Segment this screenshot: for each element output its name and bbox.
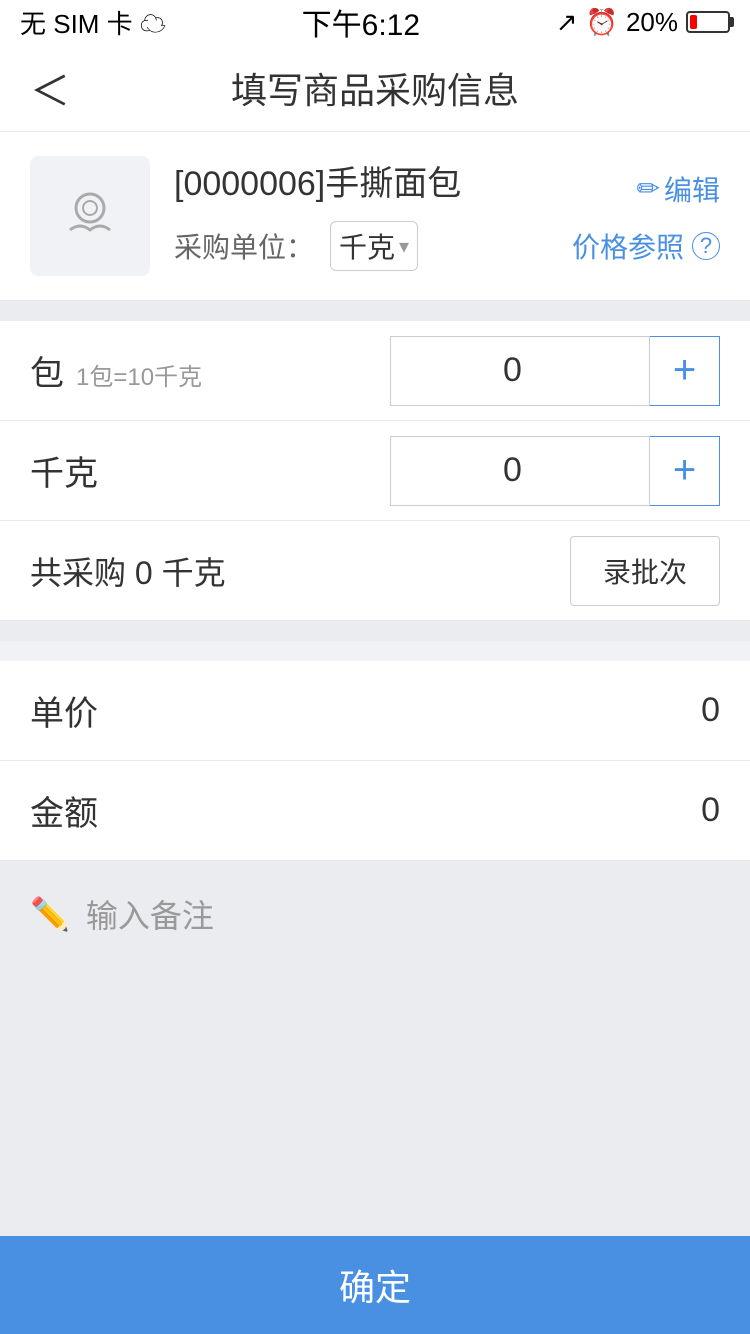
location-icon: ↗: [556, 7, 578, 38]
battery-percent: 20%: [626, 7, 678, 38]
bao-sublabel: 1包=10千克: [76, 357, 202, 392]
kg-plus-button[interactable]: +: [650, 436, 720, 506]
status-right: ↗ ⏰ 20%: [556, 7, 730, 38]
price-section: 单价 0 金额 0: [0, 661, 750, 861]
pencil-icon: ✏️: [30, 895, 70, 933]
page-title: 填写商品采购信息: [231, 62, 519, 114]
bao-quantity-input[interactable]: [390, 336, 650, 406]
record-batch-button[interactable]: 录批次: [570, 536, 720, 606]
unit-price-label: 单价: [30, 686, 98, 735]
back-button[interactable]: ＜: [30, 59, 70, 117]
nav-bar: ＜ 填写商品采购信息: [0, 44, 750, 132]
amount-row: 金额 0: [0, 761, 750, 861]
section-divider-1: [0, 301, 750, 321]
note-placeholder: 输入备注: [86, 891, 214, 937]
kg-label: 千克: [30, 446, 98, 495]
price-ref-button[interactable]: 价格参照 ?: [572, 226, 720, 266]
product-name: [0000006]手撕面包: [174, 156, 461, 205]
product-meta: 采购单位： 千克 ▾ 价格参照 ?: [174, 221, 720, 271]
kg-input-row: 千克 +: [0, 421, 750, 521]
edit-button[interactable]: ✏ 编辑: [637, 156, 720, 221]
section-divider-2: [0, 621, 750, 641]
confirm-button[interactable]: 确定: [0, 1236, 750, 1334]
unit-value: 千克: [339, 226, 395, 266]
chevron-down-icon: ▾: [399, 234, 409, 259]
alarm-icon: ⏰: [586, 7, 618, 38]
bao-label: 包 1包=10千克: [30, 346, 202, 395]
product-info: [0000006]手撕面包 ✏ 编辑 采购单位： 千克 ▾ 价格参照 ?: [174, 156, 720, 271]
bao-input-right: +: [390, 336, 720, 406]
amount-label: 金额: [30, 786, 98, 835]
kg-quantity-input[interactable]: [390, 436, 650, 506]
status-left: 无 SIM 卡 ☁: [20, 4, 166, 41]
status-bar: 无 SIM 卡 ☁ 下午6:12 ↗ ⏰ 20%: [0, 0, 750, 44]
purchase-unit-label: 采购单位：: [174, 226, 314, 266]
unit-price-row: 单价 0: [0, 661, 750, 761]
battery-icon: [686, 11, 730, 33]
unit-price-value: 0: [701, 691, 720, 730]
status-time: 下午6:12: [302, 0, 420, 44]
edit-icon: ✏: [637, 172, 660, 205]
kg-input-right: +: [390, 436, 720, 506]
input-section: 包 1包=10千克 + 千克 +: [0, 321, 750, 521]
product-card: [0000006]手撕面包 ✏ 编辑 采购单位： 千克 ▾ 价格参照 ?: [0, 132, 750, 301]
unit-dropdown[interactable]: 千克 ▾: [330, 221, 418, 271]
bao-input-row: 包 1包=10千克 +: [0, 321, 750, 421]
no-sim-label: 无 SIM 卡 ☁: [20, 4, 166, 41]
total-text: 共采购 0 千克: [30, 548, 226, 594]
amount-value: 0: [701, 791, 720, 830]
note-section[interactable]: ✏️ 输入备注: [0, 861, 750, 967]
battery-fill: [690, 15, 697, 29]
help-icon: ?: [692, 232, 720, 260]
product-image: [30, 156, 150, 276]
total-row: 共采购 0 千克 录批次: [0, 521, 750, 621]
bao-plus-button[interactable]: +: [650, 336, 720, 406]
